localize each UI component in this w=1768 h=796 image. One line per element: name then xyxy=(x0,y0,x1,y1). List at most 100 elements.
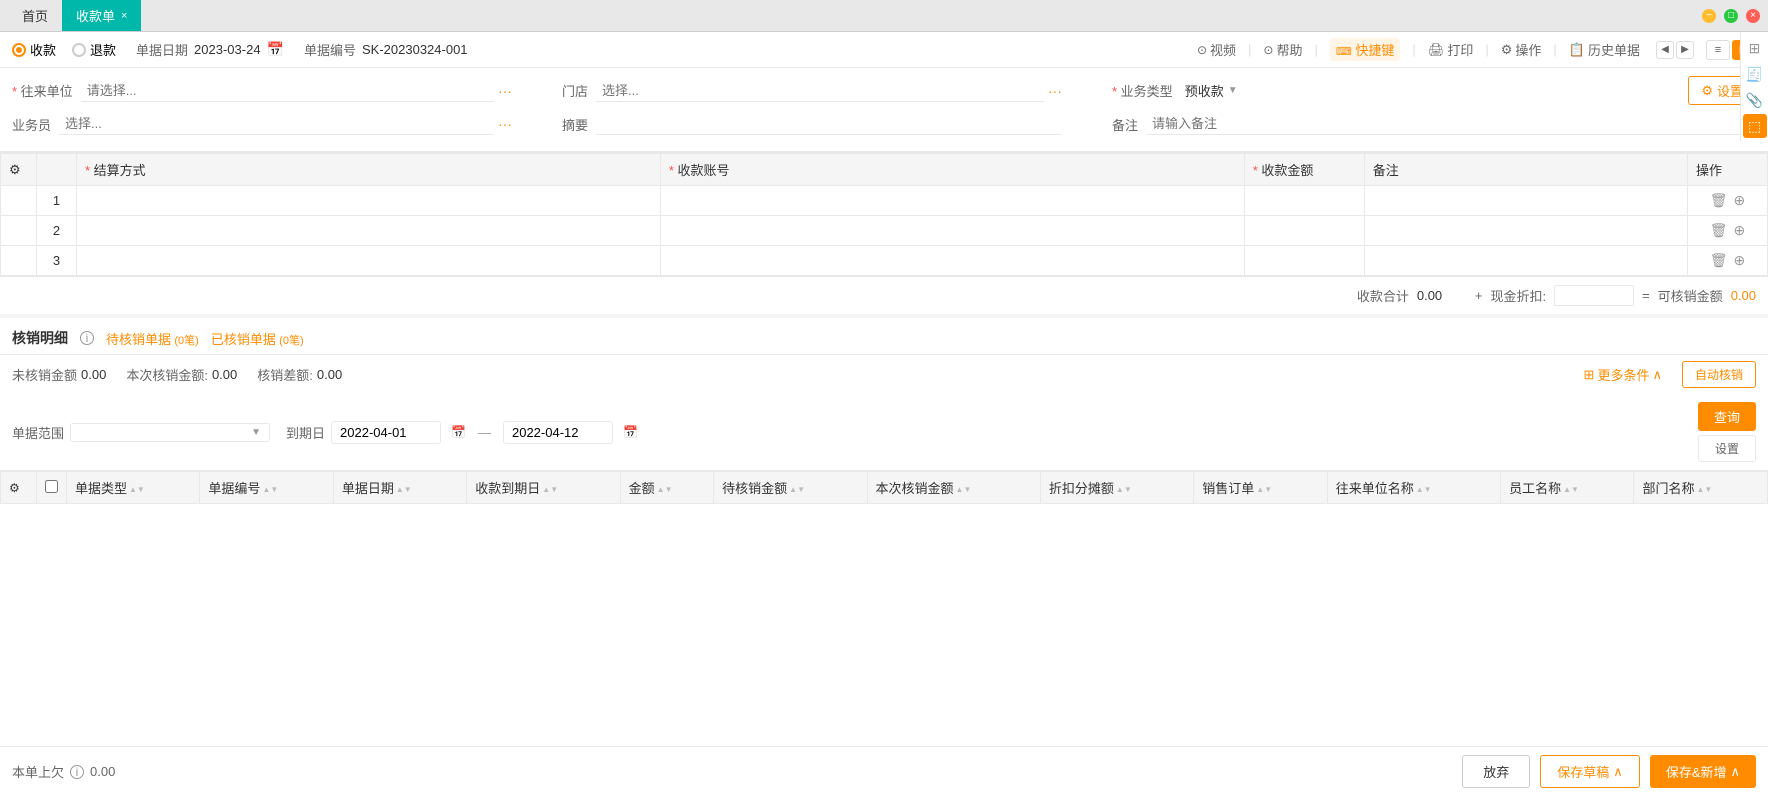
sort-icon-9[interactable]: ▲▼ xyxy=(1416,485,1432,494)
query-button[interactable]: 查询 xyxy=(1698,402,1756,431)
calendar-icon[interactable]: 📅 xyxy=(267,41,284,58)
verify-info-icon: i xyxy=(80,331,94,345)
row-amount[interactable] xyxy=(1244,186,1364,216)
filter-settings-button[interactable]: 设置 xyxy=(1698,435,1756,462)
operations-link[interactable]: ⚙ 操作 xyxy=(1501,40,1542,59)
row-amount[interactable] xyxy=(1244,246,1364,276)
receipt-view-icon[interactable]: 🧾 xyxy=(1743,62,1767,86)
th-gear[interactable]: ⚙ xyxy=(1,154,37,186)
partner-more-icon[interactable]: ··· xyxy=(498,83,512,99)
radio-collect[interactable]: 收款 xyxy=(12,40,56,59)
sort-icon-1[interactable]: ▲▼ xyxy=(262,485,278,494)
auto-clear-button[interactable]: 自动核销 xyxy=(1682,361,1756,388)
bottom-th-checkbox[interactable] xyxy=(37,472,67,504)
table-view-icon[interactable]: ⊞ xyxy=(1743,36,1767,60)
help-label: 帮助 xyxy=(1276,40,1302,59)
row-delete-icon[interactable]: 🗑 xyxy=(1710,192,1728,209)
sort-icon-5[interactable]: ▲▼ xyxy=(789,485,805,494)
sort-icon-7[interactable]: ▲▼ xyxy=(1116,485,1132,494)
row-account[interactable] xyxy=(660,216,1244,246)
row-amount[interactable] xyxy=(1244,216,1364,246)
date-from-calendar-icon[interactable]: 📅 xyxy=(451,425,466,439)
pending-tab[interactable]: 待核销单据 (0笔) xyxy=(106,329,199,348)
shortcut-link[interactable]: ⌨ 快捷键 xyxy=(1330,38,1401,61)
notes-input[interactable] xyxy=(1146,113,1756,135)
settings-icon: ⚙ xyxy=(1701,83,1713,99)
print-label: 打印 xyxy=(1447,40,1473,59)
row-copy-icon[interactable]: ⊕ xyxy=(1734,252,1746,269)
store-label: 门店 xyxy=(562,81,588,100)
store-input[interactable] xyxy=(596,80,1044,102)
done-tab[interactable]: 已核销单据 (0笔) xyxy=(211,329,304,348)
summary-input[interactable] xyxy=(596,113,1062,135)
business-type-label: 业务类型 xyxy=(1112,81,1173,100)
bottom-th-6: 本次核销金额▲▼ xyxy=(867,472,1040,504)
tab-close-icon[interactable]: × xyxy=(121,10,127,22)
attachment-icon[interactable]: 📎 xyxy=(1743,88,1767,112)
date-range-field: 到期日 📅 — 📅 xyxy=(286,421,638,444)
close-button[interactable]: × xyxy=(1746,9,1760,23)
video-link[interactable]: ⊙ 视频 xyxy=(1197,40,1236,59)
help-link[interactable]: ⊙ 帮助 xyxy=(1263,40,1302,59)
partner-field: 往来单位 ··· xyxy=(12,80,512,102)
minimize-button[interactable]: − xyxy=(1702,9,1716,23)
list-view-btn[interactable]: ≡ xyxy=(1706,40,1730,60)
bottom-th-gear[interactable]: ⚙ xyxy=(1,472,37,504)
radio-collect-circle xyxy=(12,43,26,57)
range-select[interactable]: ▼ xyxy=(70,423,270,442)
summary-label: 摘要 xyxy=(562,115,588,134)
row-account[interactable] xyxy=(660,186,1244,216)
range-select-arrow: ▼ xyxy=(251,427,261,438)
business-type-caret[interactable]: ▼ xyxy=(1228,85,1238,96)
date-label: 单据日期 xyxy=(136,40,188,59)
row-notes[interactable] xyxy=(1364,186,1687,216)
staff-input[interactable] xyxy=(59,113,494,135)
scan-icon[interactable]: ⬚ xyxy=(1743,114,1767,138)
verify-header: 核销明细 i 待核销单据 (0笔) 已核销单据 (0笔) xyxy=(0,318,1768,355)
row-delete-icon[interactable]: 🗑 xyxy=(1710,222,1728,239)
staff-more-icon[interactable]: ··· xyxy=(498,116,512,132)
discount-input[interactable] xyxy=(1554,285,1634,306)
verify-title: 核销明细 xyxy=(12,328,68,348)
row-settlement[interactable] xyxy=(77,216,661,246)
row-copy-icon[interactable]: ⊕ xyxy=(1734,192,1746,209)
store-more-icon[interactable]: ··· xyxy=(1048,83,1062,99)
row-notes[interactable] xyxy=(1364,246,1687,276)
history-link[interactable]: 📋 历史单据 xyxy=(1569,40,1640,59)
sort-icon-11[interactable]: ▲▼ xyxy=(1697,485,1713,494)
row-delete-icon[interactable]: 🗑 xyxy=(1710,252,1728,269)
sort-icon-10[interactable]: ▲▼ xyxy=(1563,485,1579,494)
sort-icon-4[interactable]: ▲▼ xyxy=(657,485,673,494)
row-notes[interactable] xyxy=(1364,216,1687,246)
tab-receipt[interactable]: 收款单 × xyxy=(62,0,141,31)
sort-icon-6[interactable]: ▲▼ xyxy=(956,485,972,494)
sort-icon-2[interactable]: ▲▼ xyxy=(396,485,412,494)
tab-home[interactable]: 首页 xyxy=(8,0,62,31)
sort-icon-8[interactable]: ▲▼ xyxy=(1256,485,1272,494)
radio-refund[interactable]: 退款 xyxy=(72,40,116,59)
more-conditions[interactable]: ⊞ 更多条件 ∧ xyxy=(1584,365,1662,384)
save-new-button[interactable]: 保存&新增 ∧ xyxy=(1650,755,1756,788)
abandon-button[interactable]: 放弃 xyxy=(1462,755,1530,788)
bottom-th-label-4: 金额 xyxy=(629,481,655,496)
select-all-checkbox[interactable] xyxy=(45,480,58,493)
store-field: 门店 ··· xyxy=(562,80,1062,102)
row-settlement[interactable] xyxy=(77,186,661,216)
row-settlement[interactable] xyxy=(77,246,661,276)
sort-icon-0[interactable]: ▲▼ xyxy=(129,485,145,494)
next-arrow[interactable]: ▶ xyxy=(1676,41,1694,59)
draft-button[interactable]: 保存草稿 ∧ xyxy=(1540,755,1640,788)
maximize-button[interactable]: □ xyxy=(1724,9,1738,23)
sort-icon-3[interactable]: ▲▼ xyxy=(542,485,558,494)
row-account[interactable] xyxy=(660,246,1244,276)
date-from-input[interactable] xyxy=(331,421,441,444)
video-circle-icon: ⊙ xyxy=(1197,43,1207,57)
print-link[interactable]: 🖨 打印 xyxy=(1428,40,1474,59)
prev-arrow[interactable]: ◀ xyxy=(1656,41,1674,59)
date-to-calendar-icon[interactable]: 📅 xyxy=(623,425,638,439)
radio-collect-label: 收款 xyxy=(30,40,56,59)
partner-input[interactable] xyxy=(81,80,494,102)
bottom-th-label-8: 销售订单 xyxy=(1202,481,1254,496)
row-copy-icon[interactable]: ⊕ xyxy=(1734,222,1746,239)
date-to-input[interactable] xyxy=(503,421,613,444)
